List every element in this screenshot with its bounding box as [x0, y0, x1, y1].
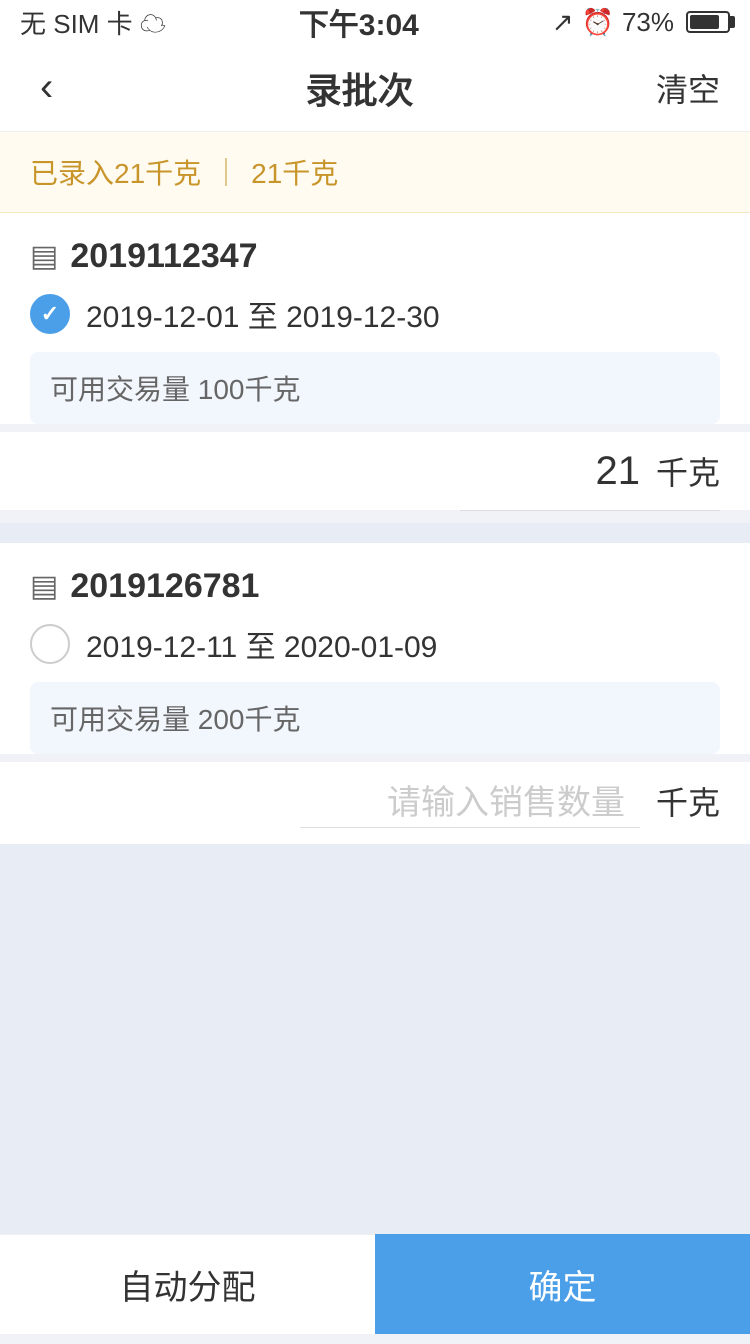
batch-id-2: 2019126781: [70, 567, 259, 606]
batch-card-2: ▤ 2019126781 2019-12-11 至 2020-01-09 可用交…: [0, 543, 750, 754]
qty-unit-1: 千克: [656, 448, 720, 494]
back-button[interactable]: ‹: [30, 55, 63, 120]
status-right: ↗ ⏰ 73%: [552, 7, 730, 38]
status-time: 下午3:04: [299, 0, 419, 44]
batch-date-row-2[interactable]: 2019-12-11 至 2020-01-09: [30, 622, 720, 666]
page-title: 录批次: [306, 62, 414, 114]
qty-unit-2: 千克: [656, 778, 720, 824]
batch-date-2: 2019-12-11 至 2020-01-09: [86, 622, 437, 666]
total-amount: 21千克: [251, 152, 338, 192]
nav-bar: ‹ 录批次 清空: [0, 44, 750, 132]
status-left: 无 SIM 卡 ☁: [20, 4, 166, 41]
batch-card-1: ▤ 2019112347 2019-12-01 至 2019-12-30 可用交…: [0, 213, 750, 424]
qty-row-1: 21 千克: [0, 432, 750, 510]
location-icon: ↗: [552, 7, 574, 38]
batch-date-row-1[interactable]: 2019-12-01 至 2019-12-30: [30, 292, 720, 336]
bottom-buttons: 自动分配 确定: [0, 1234, 750, 1334]
batch-icon-2: ▤: [30, 569, 58, 604]
sim-label: 无 SIM 卡 ☁: [20, 4, 166, 41]
available-qty-2: 可用交易量 200千克: [30, 682, 720, 754]
qty-underline-1: [460, 510, 720, 511]
recorded-amount: 已录入21千克: [30, 152, 201, 192]
battery-percent: 73%: [622, 7, 674, 38]
available-qty-1: 可用交易量 100千克: [30, 352, 720, 424]
batch-id-1: 2019112347: [70, 237, 257, 276]
batch-icon-1: ▤: [30, 239, 58, 274]
section-divider: [0, 523, 750, 543]
battery-icon: [686, 11, 730, 33]
radio-button-1[interactable]: [30, 294, 70, 334]
clear-button[interactable]: 清空: [656, 65, 720, 111]
qty-input-2[interactable]: [300, 784, 640, 828]
radio-button-2[interactable]: [30, 624, 70, 664]
status-bar: 无 SIM 卡 ☁ 下午3:04 ↗ ⏰ 73%: [0, 0, 750, 44]
batch-header-2: ▤ 2019126781: [30, 567, 720, 606]
summary-bar: 已录入21千克 21千克: [0, 132, 750, 213]
qty-value-1: 21: [595, 449, 640, 494]
alarm-icon: ⏰: [582, 7, 614, 38]
batch-header-1: ▤ 2019112347: [30, 237, 720, 276]
batch-date-1: 2019-12-01 至 2019-12-30: [86, 292, 440, 336]
confirm-button[interactable]: 确定: [375, 1234, 750, 1334]
qty-input-wrapper-2: 千克: [0, 762, 750, 844]
bottom-area: [0, 844, 750, 1244]
auto-distribute-button[interactable]: 自动分配: [0, 1234, 375, 1334]
summary-divider: [225, 158, 227, 186]
